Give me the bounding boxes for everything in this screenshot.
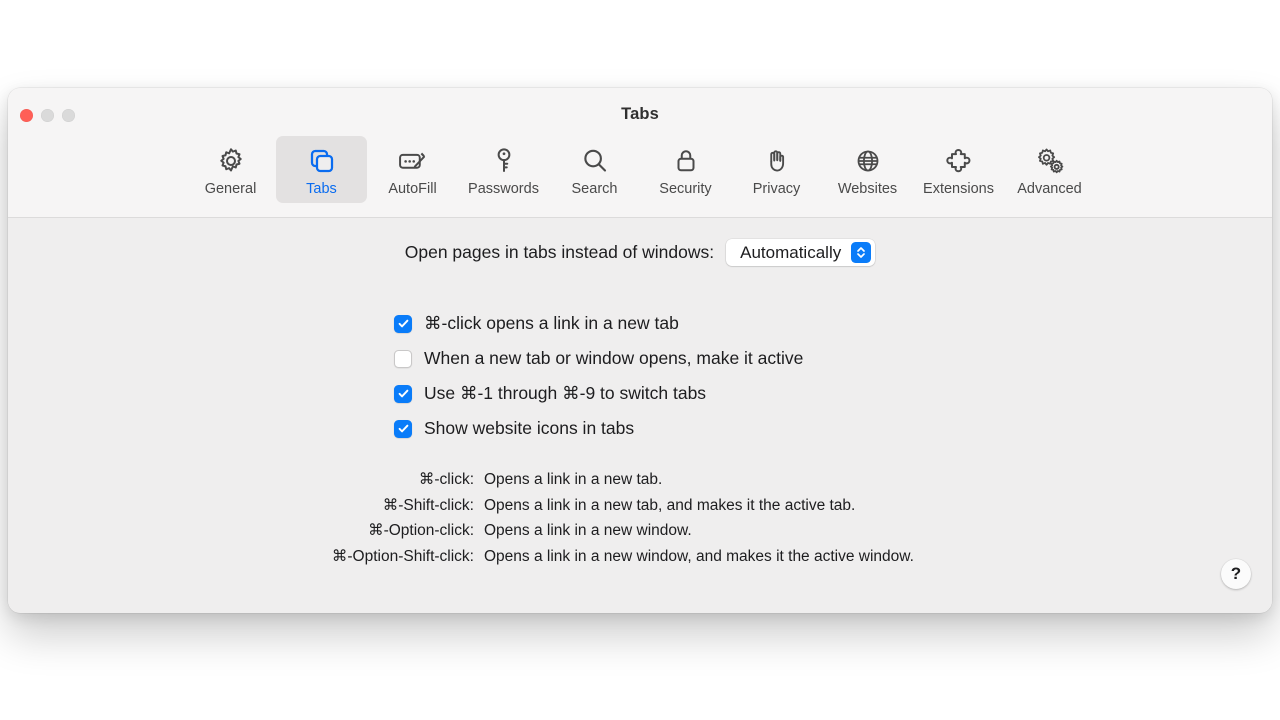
shortcut-help-row: ⌘-Shift-click: Opens a link in a new tab… (8, 496, 1272, 522)
toolbar-item-autofill[interactable]: AutoFill (367, 136, 458, 203)
shortcut-key: ⌘-Option-Shift-click: (331, 547, 474, 565)
gears-icon (1034, 144, 1066, 178)
puzzle-icon (943, 144, 975, 178)
tabs-icon (307, 144, 337, 178)
shortcut-key: ⌘-Option-click: (368, 522, 474, 539)
gear-icon (216, 144, 246, 178)
toolbar-item-label: Extensions (923, 181, 994, 197)
preferences-content: Open pages in tabs instead of windows: A… (8, 218, 1272, 612)
option-label: Show website icons in tabs (424, 418, 635, 438)
toolbar-item-security[interactable]: Security (640, 136, 731, 203)
preferences-toolbar: General Tabs AutoFill Passwords Search S… (8, 136, 1272, 203)
toolbar-item-extensions[interactable]: Extensions (913, 136, 1004, 203)
window-titlebar: Tabs General Tabs AutoFill Passwords Sea… (8, 88, 1272, 218)
option-row-switch-tabs[interactable]: Use ⌘-1 through ⌘-9 to switch tabs (394, 376, 803, 411)
option-row-website-icons[interactable]: Show website icons in tabs (394, 411, 803, 446)
shortcut-description: Opens a link in a new window, and makes … (484, 547, 914, 565)
toolbar-item-label: Passwords (468, 181, 539, 197)
toolbar-item-label: AutoFill (388, 181, 437, 197)
checkbox-switch-tabs[interactable] (394, 384, 412, 403)
shortcut-key: ⌘-Shift-click: (382, 496, 474, 514)
key-icon (490, 144, 518, 178)
help-button[interactable]: ? (1221, 559, 1251, 589)
tabs-options-list: ⌘-click opens a link in a new tab When a… (394, 306, 803, 446)
checkbox-website-icons[interactable] (394, 419, 412, 438)
autofill-icon (397, 144, 429, 178)
option-label: When a new tab or window opens, make it … (424, 348, 804, 368)
open-pages-label: Open pages in tabs instead of windows: (404, 242, 715, 262)
globe-icon (853, 144, 883, 178)
option-label: Use ⌘-1 through ⌘-9 to switch tabs (424, 383, 707, 403)
shortcut-help-table: ⌘-click: Opens a link in a new tab. ⌘-Sh… (8, 470, 1272, 572)
hand-icon (763, 144, 791, 178)
open-pages-setting-row: Open pages in tabs instead of windows: A… (8, 239, 1272, 266)
open-pages-popup-button[interactable]: Automatically (726, 239, 876, 266)
option-row-make-active[interactable]: When a new tab or window opens, make it … (394, 341, 803, 376)
toolbar-item-label: Websites (837, 181, 898, 197)
toolbar-item-search[interactable]: Search (549, 136, 640, 203)
toolbar-item-label: Privacy (752, 181, 801, 197)
toolbar-item-privacy[interactable]: Privacy (731, 136, 822, 203)
open-pages-popup-value: Automatically (740, 242, 842, 262)
screen: Tabs General Tabs AutoFill Passwords Sea… (0, 0, 1280, 720)
chevron-up-down-icon (851, 242, 872, 263)
window-title: Tabs (621, 105, 659, 123)
shortcut-description: Opens a link in a new tab, and makes it … (484, 496, 856, 514)
shortcut-help-row: ⌘-Option-click: Opens a link in a new wi… (8, 521, 1272, 547)
shortcut-description: Opens a link in a new window. (484, 522, 692, 539)
toolbar-item-label: Security (659, 181, 712, 197)
shortcut-key: ⌘-click: (418, 471, 474, 488)
option-row-cmd-click[interactable]: ⌘-click opens a link in a new tab (394, 306, 803, 341)
checkbox-make-active[interactable] (394, 349, 412, 368)
toolbar-item-general[interactable]: General (185, 136, 276, 203)
shortcut-description: Opens a link in a new tab. (484, 471, 663, 488)
toolbar-item-websites[interactable]: Websites (822, 136, 913, 203)
toolbar-item-tabs[interactable]: Tabs (276, 136, 367, 203)
toolbar-item-label: Tabs (306, 181, 337, 197)
toolbar-item-label: Search (571, 181, 618, 197)
toolbar-item-passwords[interactable]: Passwords (458, 136, 549, 203)
toolbar-item-label: Advanced (1017, 181, 1082, 197)
option-label: ⌘-click opens a link in a new tab (424, 313, 679, 333)
magnifier-icon (580, 144, 610, 178)
shortcut-help-row: ⌘-click: Opens a link in a new tab. (8, 470, 1272, 496)
toolbar-item-label: General (204, 181, 257, 197)
lock-icon (672, 144, 700, 178)
shortcut-help-row: ⌘-Option-Shift-click: Opens a link in a … (8, 547, 1272, 573)
toolbar-item-advanced[interactable]: Advanced (1004, 136, 1095, 203)
checkbox-cmd-click[interactable] (394, 314, 412, 333)
preferences-window: Tabs General Tabs AutoFill Passwords Sea… (8, 88, 1272, 613)
